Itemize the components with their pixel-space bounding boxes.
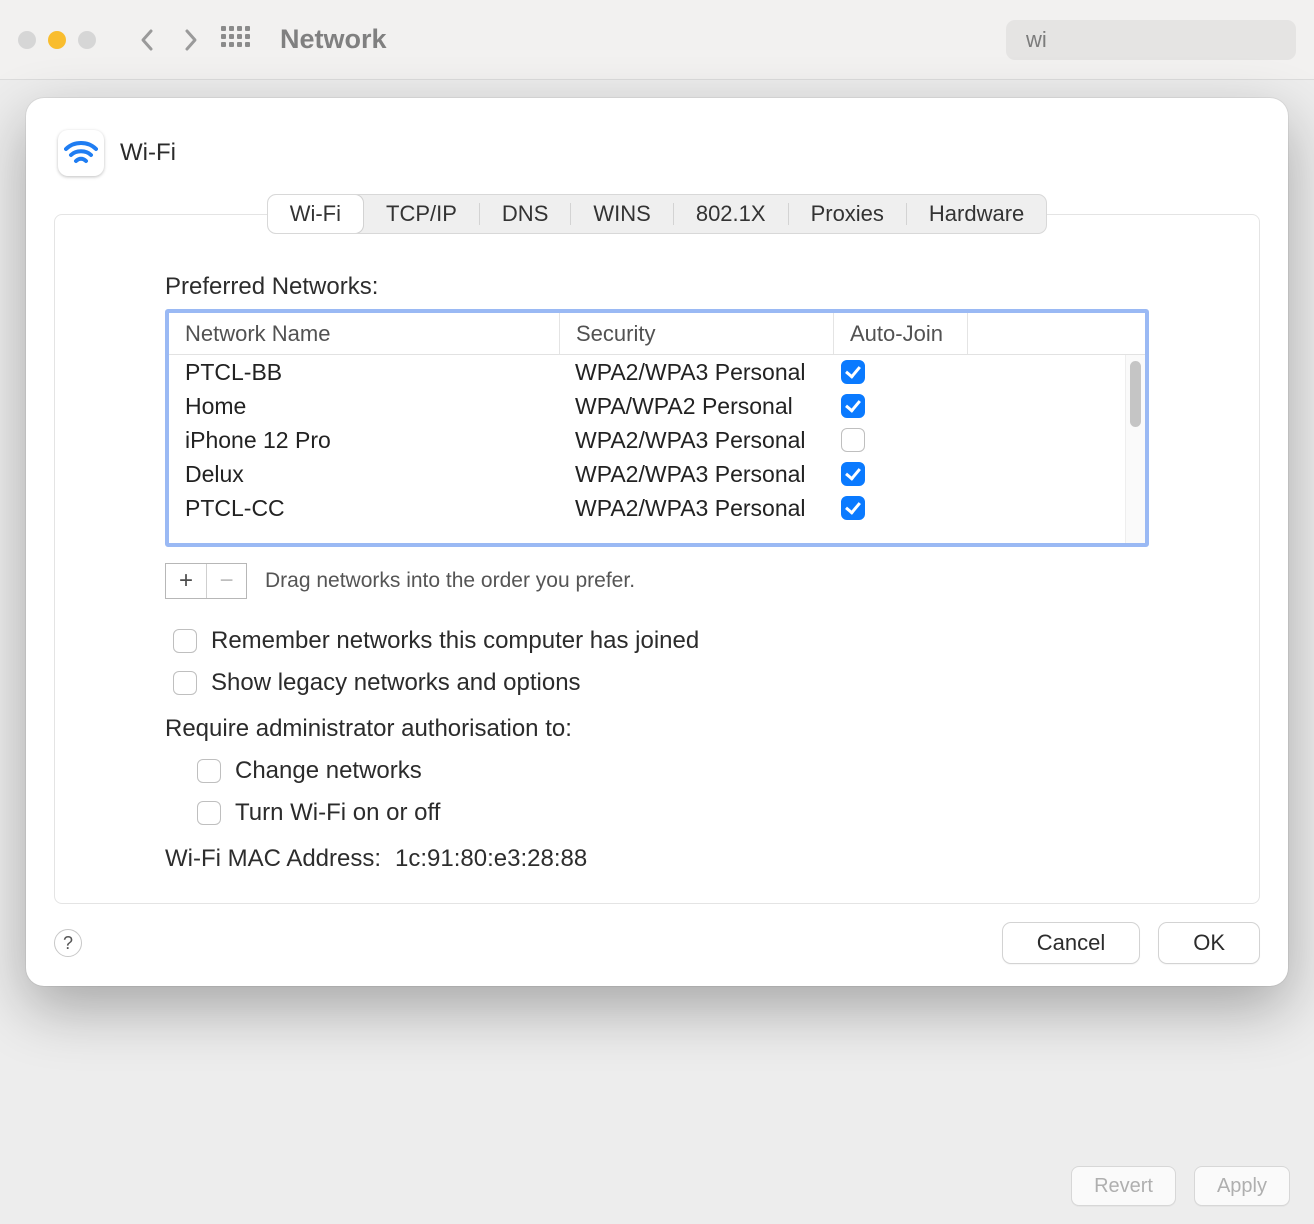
tab-dns[interactable]: DNS	[480, 195, 570, 233]
table-body: PTCL-BBWPA2/WPA3 PersonalHomeWPA/WPA2 Pe…	[169, 355, 1125, 543]
ok-button[interactable]: OK	[1158, 922, 1260, 964]
preferred-networks-label: Preferred Networks:	[165, 273, 1149, 301]
network-name-cell: Home	[169, 393, 559, 420]
table-row[interactable]: PTCL-BBWPA2/WPA3 Personal	[169, 355, 1125, 389]
wifi-icon	[58, 130, 104, 176]
tab-proxies[interactable]: Proxies	[789, 195, 906, 233]
show-all-button[interactable]	[222, 25, 248, 55]
plus-icon: +	[179, 567, 193, 595]
network-name-cell: PTCL-CC	[169, 495, 559, 522]
wifi-advanced-sheet: Wi-Fi Wi-Fi TCP/IP DNS WINS 802.1X Proxi…	[26, 98, 1288, 986]
preferred-networks-table[interactable]: Network Name Security Auto-Join PTCL-BBW…	[165, 309, 1149, 547]
grid-icon	[221, 26, 249, 54]
parent-toolbar: Network ✕	[0, 0, 1314, 80]
sheet-title: Wi-Fi	[120, 139, 176, 167]
remove-network-button[interactable]: −	[206, 564, 246, 598]
column-header-security[interactable]: Security	[559, 313, 833, 354]
tab-wifi[interactable]: Wi-Fi	[268, 195, 363, 233]
sheet-footer: ? Cancel OK	[54, 922, 1260, 964]
table-row[interactable]: PTCL-CCWPA2/WPA3 Personal	[169, 491, 1125, 525]
cancel-button[interactable]: Cancel	[1002, 922, 1140, 964]
auto-join-cell	[833, 360, 967, 384]
help-icon: ?	[63, 933, 73, 954]
change-networks-label: Change networks	[235, 757, 422, 785]
options-group: Remember networks this computer has join…	[165, 627, 1149, 827]
security-cell: WPA2/WPA3 Personal	[559, 359, 833, 386]
network-name-cell: iPhone 12 Pro	[169, 427, 559, 454]
mac-address-label: Wi-Fi MAC Address:	[165, 845, 381, 873]
security-cell: WPA2/WPA3 Personal	[559, 461, 833, 488]
turn-wifi-checkbox[interactable]	[197, 801, 221, 825]
sheet-header: Wi-Fi	[54, 126, 1260, 194]
search-input[interactable]	[1026, 27, 1314, 53]
system-preferences-window: Network ✕ Revert Apply Wi-Fi	[0, 0, 1314, 1224]
scrollbar-thumb[interactable]	[1130, 361, 1141, 427]
drag-hint-label: Drag networks into the order you prefer.	[265, 569, 635, 593]
legacy-networks-checkbox[interactable]	[173, 671, 197, 695]
tab-wins[interactable]: WINS	[571, 195, 672, 233]
search-field-container[interactable]: ✕	[1006, 20, 1296, 60]
help-button[interactable]: ?	[54, 929, 82, 957]
add-network-button[interactable]: +	[166, 564, 206, 598]
table-row[interactable]: DeluxWPA2/WPA3 Personal	[169, 457, 1125, 491]
security-cell: WPA2/WPA3 Personal	[559, 495, 833, 522]
tab-hardware[interactable]: Hardware	[907, 195, 1046, 233]
network-name-cell: PTCL-BB	[169, 359, 559, 386]
remember-networks-label: Remember networks this computer has join…	[211, 627, 699, 655]
column-header-network-name[interactable]: Network Name	[169, 313, 559, 354]
auto-join-checkbox[interactable]	[841, 394, 865, 418]
table-row[interactable]: HomeWPA/WPA2 Personal	[169, 389, 1125, 423]
auto-join-cell	[833, 496, 967, 520]
auto-join-checkbox[interactable]	[841, 360, 865, 384]
add-remove-stepper: + −	[165, 563, 247, 599]
table-actions: + − Drag networks into the order you pre…	[165, 563, 1149, 599]
table-row[interactable]: iPhone 12 ProWPA2/WPA3 Personal	[169, 423, 1125, 457]
chevron-right-icon	[183, 28, 199, 52]
parent-window-title: Network	[280, 24, 387, 55]
column-header-auto-join[interactable]: Auto-Join	[833, 313, 967, 354]
zoom-window-button[interactable]	[78, 31, 96, 49]
tab-8021x[interactable]: 802.1X	[674, 195, 788, 233]
security-cell: WPA2/WPA3 Personal	[559, 427, 833, 454]
security-cell: WPA/WPA2 Personal	[559, 393, 833, 420]
tab-bar: Wi-Fi TCP/IP DNS WINS 802.1X Proxies Har…	[267, 194, 1048, 234]
remember-networks-row[interactable]: Remember networks this computer has join…	[165, 627, 1149, 655]
table-header: Network Name Security Auto-Join	[169, 313, 1145, 355]
turn-wifi-label: Turn Wi-Fi on or off	[235, 799, 440, 827]
network-name-cell: Delux	[169, 461, 559, 488]
mac-address-row: Wi-Fi MAC Address: 1c:91:80:e3:28:88	[165, 845, 1149, 873]
auto-join-cell	[833, 428, 967, 452]
legacy-networks-label: Show legacy networks and options	[211, 669, 581, 697]
nav-back-button[interactable]	[134, 25, 160, 55]
close-window-button[interactable]	[18, 31, 36, 49]
require-admin-label: Require administrator authorisation to:	[165, 715, 1149, 743]
minimize-window-button[interactable]	[48, 31, 66, 49]
auto-join-cell	[833, 462, 967, 486]
apply-button[interactable]: Apply	[1194, 1166, 1290, 1206]
parent-footer: Revert Apply	[0, 1148, 1314, 1224]
chevron-left-icon	[139, 28, 155, 52]
auto-join-cell	[833, 394, 967, 418]
change-networks-row[interactable]: Change networks	[189, 757, 1149, 785]
traffic-lights	[18, 31, 96, 49]
revert-button[interactable]: Revert	[1071, 1166, 1176, 1206]
change-networks-checkbox[interactable]	[197, 759, 221, 783]
auto-join-checkbox[interactable]	[841, 496, 865, 520]
nav-forward-button[interactable]	[178, 25, 204, 55]
tab-tcpip[interactable]: TCP/IP	[364, 195, 479, 233]
auto-join-checkbox[interactable]	[841, 462, 865, 486]
mac-address-value: 1c:91:80:e3:28:88	[395, 845, 587, 873]
table-scrollbar[interactable]	[1125, 355, 1145, 543]
legacy-networks-row[interactable]: Show legacy networks and options	[165, 669, 1149, 697]
auto-join-checkbox[interactable]	[841, 428, 865, 452]
remember-networks-checkbox[interactable]	[173, 629, 197, 653]
minus-icon: −	[219, 567, 233, 595]
wifi-panel: Preferred Networks: Network Name Securit…	[54, 214, 1260, 904]
turn-wifi-row[interactable]: Turn Wi-Fi on or off	[189, 799, 1149, 827]
